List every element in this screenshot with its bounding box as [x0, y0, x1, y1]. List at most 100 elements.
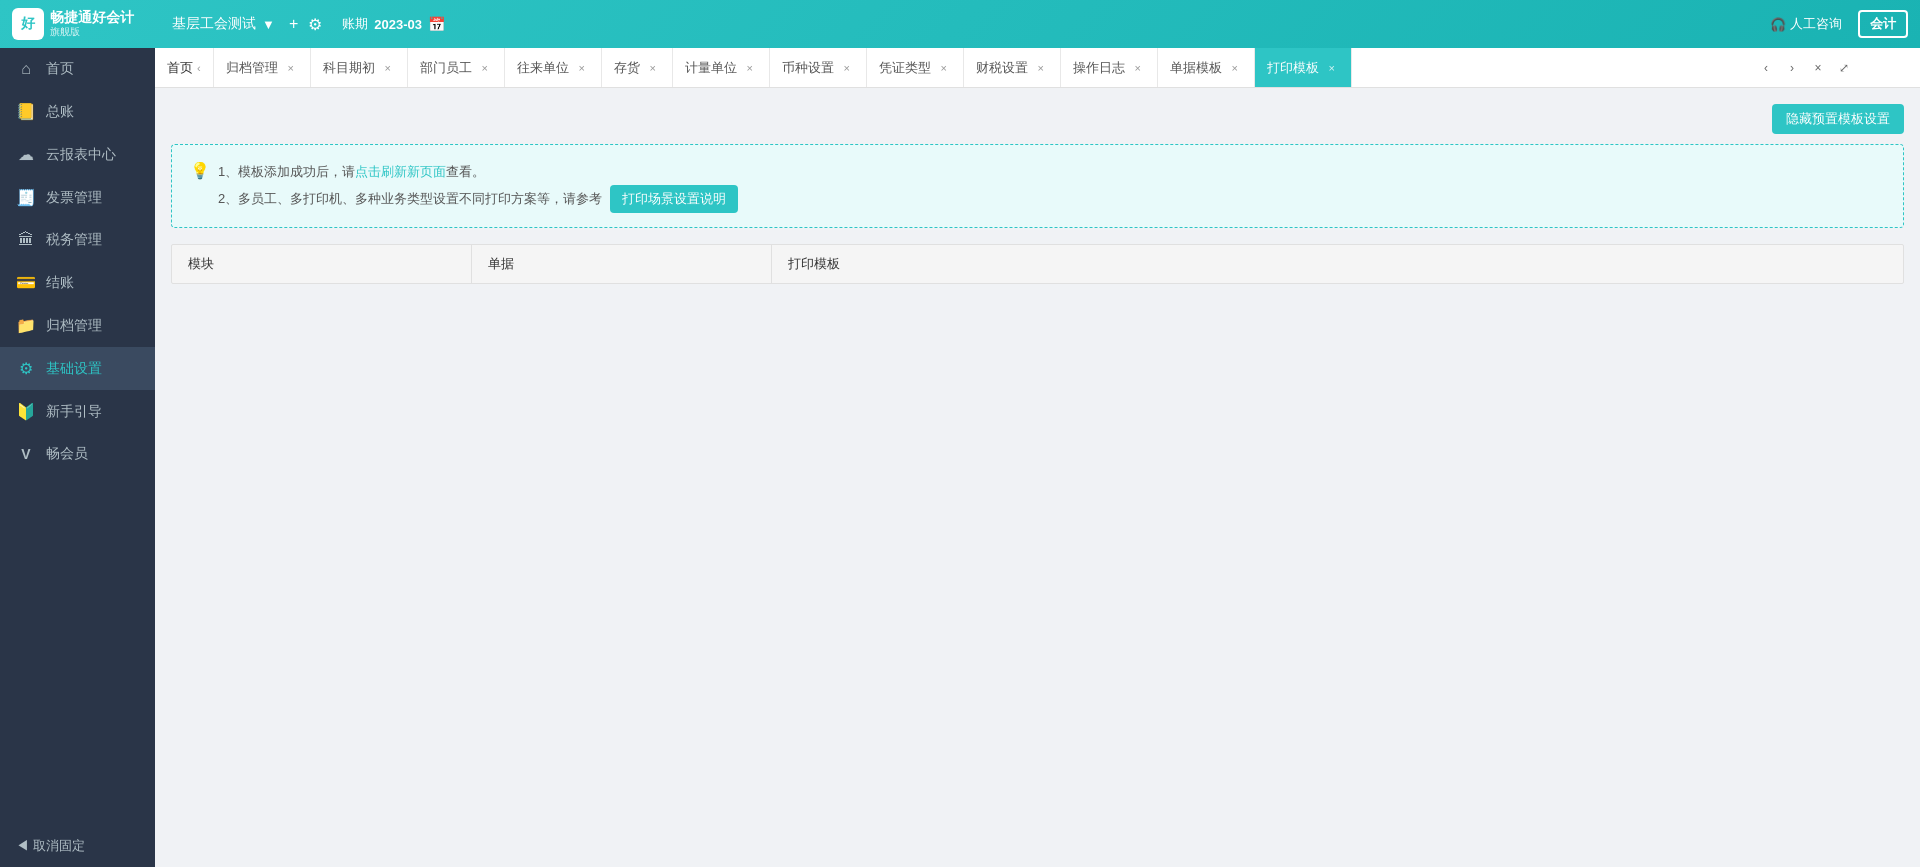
period-label: 账期 [342, 15, 368, 33]
service-label: 人工咨询 [1790, 15, 1842, 33]
sidebar-item-reports[interactable]: ☁ 云报表中心 [0, 133, 155, 176]
page-content: 隐藏预置模板设置 💡 1、模板添加成功后，请点击刷新新页面查看。 2、多员工、多… [155, 88, 1920, 867]
sidebar-label-tax: 税务管理 [46, 231, 102, 249]
info-box: 💡 1、模板添加成功后，请点击刷新新页面查看。 2、多员工、多打印机、多种业务类… [171, 144, 1904, 228]
sidebar-item-guide[interactable]: 🔰 新手引导 [0, 390, 155, 433]
tab-label-department: 部门员工 [420, 59, 472, 77]
tab-archive[interactable]: 归档管理 × [214, 48, 311, 88]
tab-close-archive[interactable]: × [284, 61, 298, 75]
top-header: 好 畅捷通好会计 旗舰版 基层工会测试 ▼ + ⚙ 账期 2023-03 📅 🎧… [0, 0, 1920, 48]
tab-close-supplier[interactable]: × [575, 61, 589, 75]
tab-close-inventory[interactable]: × [646, 61, 660, 75]
cloud-icon: ☁ [16, 145, 36, 164]
sidebar: ⌂ 首页 📒 总账 ☁ 云报表中心 🧾 发票管理 🏛 税务管理 💳 结账 📁 归… [0, 48, 155, 867]
tab-supplier[interactable]: 往来单位 × [505, 48, 602, 88]
tab-close-single[interactable]: × [1228, 61, 1242, 75]
tab-label-archive: 归档管理 [226, 59, 278, 77]
tab-bar: 首页 ‹ 归档管理 × 科目期初 × 部门员工 × 往来单位 × 存货 × [155, 48, 1920, 88]
hide-template-area: 隐藏预置模板设置 [171, 104, 1904, 134]
service-button[interactable]: 🎧 人工咨询 [1762, 11, 1850, 37]
sidebar-item-checkout[interactable]: 💳 结账 [0, 261, 155, 304]
tab-currency[interactable]: 币种设置 × [770, 48, 867, 88]
tab-print[interactable]: 打印模板 × [1255, 48, 1352, 88]
tab-nav-next[interactable]: › [1780, 56, 1804, 80]
sidebar-unpin-button[interactable]: ◀ 取消固定 [0, 825, 155, 867]
tab-close-oplog[interactable]: × [1131, 61, 1145, 75]
tab-close-department[interactable]: × [478, 61, 492, 75]
tab-label-currency: 币种设置 [782, 59, 834, 77]
tab-oplog[interactable]: 操作日志 × [1061, 48, 1158, 88]
period-value: 2023-03 [374, 17, 422, 32]
refresh-link[interactable]: 点击刷新新页面 [355, 164, 446, 179]
tab-close-subject[interactable]: × [381, 61, 395, 75]
tab-label-oplog: 操作日志 [1073, 59, 1125, 77]
tab-label-subject: 科目期初 [323, 59, 375, 77]
col-header-module: 模块 [172, 245, 472, 283]
info-line2-pre: 2、多员工、多打印机、多种业务类型设置不同打印方案等，请参考 [218, 191, 602, 206]
tab-department[interactable]: 部门员工 × [408, 48, 505, 88]
sidebar-item-tax[interactable]: 🏛 税务管理 [0, 219, 155, 261]
tab-taxset[interactable]: 财税设置 × [964, 48, 1061, 88]
sidebar-item-invoice[interactable]: 🧾 发票管理 [0, 176, 155, 219]
info-line1: 1、模板添加成功后，请点击刷新新页面查看。 [218, 159, 738, 185]
kuaiji-button[interactable]: 会计 [1858, 10, 1908, 38]
tab-close-voucher[interactable]: × [937, 61, 951, 75]
sidebar-item-member[interactable]: V 畅会员 [0, 433, 155, 475]
table-header: 模块 单据 打印模板 [171, 244, 1904, 284]
tab-inventory[interactable]: 存货 × [602, 48, 673, 88]
tab-expand[interactable]: ⤢ [1832, 56, 1856, 80]
tab-unit[interactable]: 计量单位 × [673, 48, 770, 88]
sidebar-label-invoice: 发票管理 [46, 189, 102, 207]
ledger-icon: 📒 [16, 102, 36, 121]
tab-nav-buttons: ‹ › × ⤢ [1754, 56, 1860, 80]
logo-icon: 好 [12, 8, 44, 40]
tab-close-unit[interactable]: × [743, 61, 757, 75]
tab-label-unit: 计量单位 [685, 59, 737, 77]
period-area: 账期 2023-03 📅 [342, 15, 445, 33]
tab-label-supplier: 往来单位 [517, 59, 569, 77]
invoice-icon: 🧾 [16, 188, 36, 207]
info-line2: 2、多员工、多打印机、多种业务类型设置不同打印方案等，请参考 打印场景设置说明 [218, 185, 738, 213]
main-layout: ⌂ 首页 📒 总账 ☁ 云报表中心 🧾 发票管理 🏛 税务管理 💳 结账 📁 归… [0, 48, 1920, 867]
sidebar-item-archive[interactable]: 📁 归档管理 [0, 304, 155, 347]
tab-single[interactable]: 单据模板 × [1158, 48, 1255, 88]
explain-button[interactable]: 打印场景设置说明 [610, 185, 738, 213]
sidebar-item-home[interactable]: ⌂ 首页 [0, 48, 155, 90]
settings-icon[interactable]: ⚙ [308, 15, 322, 34]
logo-area: 好 畅捷通好会计 旗舰版 [12, 8, 152, 40]
tab-close-currency[interactable]: × [840, 61, 854, 75]
sidebar-label-settings: 基础设置 [46, 360, 102, 378]
col-header-document: 单据 [472, 245, 772, 283]
unpin-label: ◀ 取消固定 [16, 837, 85, 855]
settings-icon: ⚙ [16, 359, 36, 378]
guide-icon: 🔰 [16, 402, 36, 421]
tab-label-single: 单据模板 [1170, 59, 1222, 77]
member-icon: V [16, 446, 36, 462]
tab-label-print: 打印模板 [1267, 59, 1319, 77]
calendar-icon[interactable]: 📅 [428, 16, 445, 32]
info-line1-pre: 1、模板添加成功后，请 [218, 164, 355, 179]
dropdown-icon: ▼ [262, 17, 275, 32]
sidebar-label-member: 畅会员 [46, 445, 88, 463]
archive-icon: 📁 [16, 316, 36, 335]
sidebar-label-reports: 云报表中心 [46, 146, 116, 164]
sidebar-item-settings[interactable]: ⚙ 基础设置 [0, 347, 155, 390]
tab-subject[interactable]: 科目期初 × [311, 48, 408, 88]
chevron-left-icon: ‹ [197, 62, 201, 74]
hide-template-button[interactable]: 隐藏预置模板设置 [1772, 104, 1904, 134]
tab-nav-prev[interactable]: ‹ [1754, 56, 1778, 80]
sidebar-label-archive: 归档管理 [46, 317, 102, 335]
company-selector[interactable]: 基层工会测试 ▼ + ⚙ [164, 11, 330, 38]
tab-home[interactable]: 首页 ‹ [155, 48, 214, 88]
tab-close-print[interactable]: × [1325, 61, 1339, 75]
bulb-icon: 💡 [190, 161, 210, 180]
tab-voucher[interactable]: 凭证类型 × [867, 48, 964, 88]
add-icon[interactable]: + [289, 15, 298, 33]
checkout-icon: 💳 [16, 273, 36, 292]
tab-close-taxset[interactable]: × [1034, 61, 1048, 75]
col-header-template: 打印模板 [772, 245, 1903, 283]
tab-close-all[interactable]: × [1806, 56, 1830, 80]
sidebar-item-ledger[interactable]: 📒 总账 [0, 90, 155, 133]
sidebar-label-guide: 新手引导 [46, 403, 102, 421]
headset-icon: 🎧 [1770, 17, 1786, 32]
